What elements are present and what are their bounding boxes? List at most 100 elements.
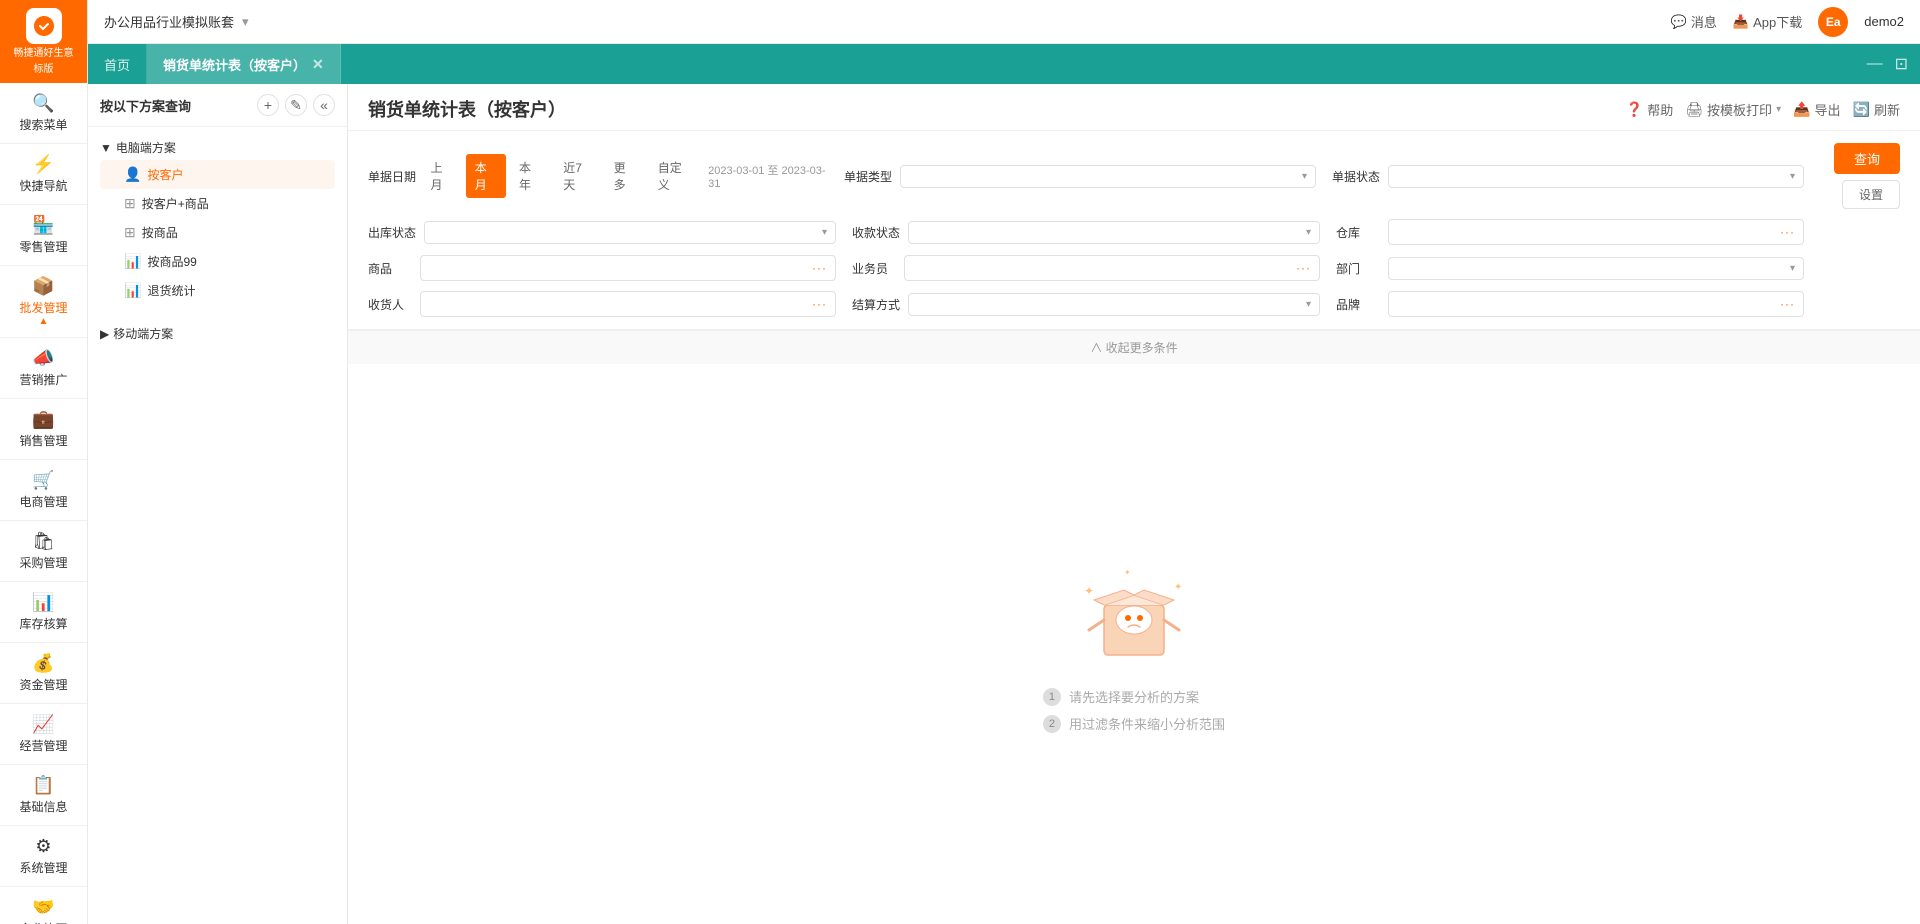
sidebar-item-wholesale[interactable]: 📦 批发管理 ▲ bbox=[0, 266, 87, 338]
doc-status-input[interactable]: ▾ bbox=[1388, 165, 1804, 188]
schema-collapse-btn[interactable]: « bbox=[313, 94, 335, 116]
filter-area: 单据日期 上月 本月 本年 近7天 更多 自定义 2023-03-01 至 20… bbox=[348, 131, 1920, 330]
message-label: 消息 bbox=[1691, 12, 1717, 31]
sidebar-item-search-menu[interactable]: 🔍 搜索菜单 bbox=[0, 83, 87, 144]
collapse-filter-btn[interactable]: ∧ 收起更多条件 bbox=[348, 330, 1920, 364]
sidebar-item-operations[interactable]: 📈 经营管理 bbox=[0, 704, 87, 765]
product-input[interactable]: ··· bbox=[420, 255, 836, 281]
doc-type-input[interactable]: ▾ bbox=[900, 165, 1316, 188]
app-subtitle: 标版 bbox=[34, 60, 54, 75]
group-arrow-icon: ▼ bbox=[100, 141, 112, 155]
schema-edit-btn[interactable]: ✎ bbox=[285, 94, 307, 116]
warehouse-input[interactable]: ··· bbox=[1388, 219, 1804, 245]
table-icon-2: ⊞ bbox=[124, 224, 136, 241]
mobile-arrow-icon: ▶ bbox=[100, 327, 109, 341]
industry-dropdown-icon[interactable]: ▾ bbox=[242, 14, 249, 30]
help-icon: ❓ bbox=[1626, 101, 1643, 118]
industry-title: 办公用品行业模拟账套 bbox=[104, 12, 234, 31]
schema-item-by-customer[interactable]: 👤 按客户 bbox=[100, 160, 335, 189]
sidebar-item-inventory[interactable]: 📊 库存核算 bbox=[0, 582, 87, 643]
out-status-field: 出库状态 ▾ bbox=[368, 221, 836, 244]
schema-item-by-product[interactable]: ⊞ 按商品 bbox=[100, 218, 335, 247]
salesperson-input[interactable]: ··· bbox=[904, 255, 1320, 281]
user-avatar[interactable]: Ea bbox=[1818, 7, 1848, 37]
tip-num-2: 2 bbox=[1043, 715, 1061, 733]
department-input[interactable]: ▾ bbox=[1388, 257, 1804, 280]
schema-add-btn[interactable]: + bbox=[257, 94, 279, 116]
query-button[interactable]: 查询 bbox=[1834, 143, 1900, 174]
app-download-btn[interactable]: 📥 App下载 bbox=[1733, 12, 1802, 31]
receiver-dots: ··· bbox=[812, 297, 827, 311]
left-panel: 按以下方案查询 + ✎ « ▼ 电脑端方案 👤 bbox=[88, 84, 348, 924]
settlement-field: 结算方式 ▾ bbox=[852, 293, 1320, 316]
tab-sales-stat[interactable]: 销货单统计表（按客户） ✕ bbox=[147, 44, 341, 84]
out-status-input[interactable]: ▾ bbox=[424, 221, 836, 244]
operations-icon: 📈 bbox=[32, 714, 54, 735]
print-dropdown-icon: ▾ bbox=[1776, 104, 1781, 115]
sidebar-item-enterprise[interactable]: 🤝 企业协同 bbox=[0, 887, 87, 924]
date-btn-this-month[interactable]: 本月 bbox=[466, 154, 506, 198]
settlement-arrow-icon: ▾ bbox=[1306, 299, 1311, 310]
out-status-arrow-icon: ▾ bbox=[822, 227, 827, 238]
app-download-label: App下载 bbox=[1753, 12, 1802, 31]
date-btn-more[interactable]: 更多 bbox=[605, 154, 645, 198]
department-field: 部门 ▾ bbox=[1336, 257, 1804, 280]
tab-minimize-icon[interactable]: — bbox=[1867, 55, 1883, 73]
salesperson-dots: ··· bbox=[1296, 261, 1311, 275]
sidebar-item-marketing[interactable]: 📣 营销推广 bbox=[0, 338, 87, 399]
brand-label: 品牌 bbox=[1336, 296, 1380, 313]
sidebar-item-retail[interactable]: 🏪 零售管理 bbox=[0, 205, 87, 266]
collapse-label: 收起更多条件 bbox=[1106, 341, 1178, 355]
date-btn-this-year[interactable]: 本年 bbox=[510, 154, 550, 198]
template-print-btn[interactable]: 🖨 按模板打印 ▾ bbox=[1685, 100, 1781, 119]
settings-button[interactable]: 设置 bbox=[1842, 180, 1900, 209]
username: demo2 bbox=[1864, 14, 1904, 29]
warehouse-field: 仓库 ··· bbox=[1336, 219, 1804, 245]
app-logo: 畅捷通好生意 标版 bbox=[0, 0, 88, 83]
sidebar-item-basic-info[interactable]: 📋 基础信息 bbox=[0, 765, 87, 826]
collect-status-arrow-icon: ▾ bbox=[1306, 227, 1311, 238]
schema-by-product-label: 按商品 bbox=[142, 224, 178, 241]
export-btn[interactable]: 📤 导出 bbox=[1793, 100, 1840, 119]
mobile-group-toggle[interactable]: ▶ 移动端方案 bbox=[100, 321, 335, 346]
sidebar-item-purchase[interactable]: 🛍 采购管理 bbox=[0, 521, 87, 582]
schema-item-by-product-99[interactable]: 📊 按商品99 bbox=[100, 247, 335, 276]
help-btn[interactable]: ❓ 帮助 bbox=[1626, 100, 1673, 119]
left-panel-title: 按以下方案查询 bbox=[100, 96, 191, 115]
print-icon: 🖨 bbox=[1685, 101, 1703, 118]
sidebar-item-ecommerce[interactable]: 🛒 电商管理 bbox=[0, 460, 87, 521]
doc-type-arrow-icon: ▾ bbox=[1302, 171, 1307, 182]
date-btn-custom[interactable]: 自定义 bbox=[649, 154, 700, 198]
page-actions: ❓ 帮助 🖨 按模板打印 ▾ 📤 导出 🔄 刷新 bbox=[1626, 100, 1900, 119]
settlement-input[interactable]: ▾ bbox=[908, 293, 1320, 316]
help-label: 帮助 bbox=[1647, 100, 1673, 119]
sales-icon: 💼 bbox=[32, 409, 54, 430]
sidebar-item-quick-nav[interactable]: ⚡ 快捷导航 bbox=[0, 144, 87, 205]
brand-input[interactable]: ··· bbox=[1388, 291, 1804, 317]
tab-home[interactable]: 首页 bbox=[88, 44, 147, 84]
tab-maximize-icon[interactable]: ⊡ bbox=[1895, 54, 1908, 74]
receiver-input[interactable]: ··· bbox=[420, 291, 836, 317]
date-btn-last-month[interactable]: 上月 bbox=[422, 154, 462, 198]
sidebar-item-system[interactable]: ⚙ 系统管理 bbox=[0, 826, 87, 887]
schema-by-product-99-label: 按商品99 bbox=[147, 253, 196, 270]
refresh-btn[interactable]: 🔄 刷新 bbox=[1853, 100, 1900, 119]
refresh-icon: 🔄 bbox=[1853, 101, 1870, 118]
message-btn[interactable]: 💬 消息 bbox=[1671, 12, 1717, 31]
tip-text-1: 请先选择要分析的方案 bbox=[1069, 687, 1199, 706]
sidebar: 畅捷通好生意 标版 🔍 搜索菜单 ⚡ 快捷导航 🏪 零售管理 📦 批发管理 ▲ … bbox=[0, 0, 88, 924]
tab-close-icon[interactable]: ✕ bbox=[312, 56, 324, 73]
purchase-icon: 🛍 bbox=[32, 531, 55, 552]
doc-status-label: 单据状态 bbox=[1332, 168, 1380, 185]
settlement-label: 结算方式 bbox=[852, 296, 900, 313]
desktop-group-toggle[interactable]: ▼ 电脑端方案 bbox=[100, 135, 335, 160]
content-area: 按以下方案查询 + ✎ « ▼ 电脑端方案 👤 bbox=[88, 84, 1920, 924]
schema-item-by-customer-product[interactable]: ⊞ 按客户+商品 bbox=[100, 189, 335, 218]
sidebar-item-finance[interactable]: 💰 资金管理 bbox=[0, 643, 87, 704]
sidebar-item-sales[interactable]: 💼 销售管理 bbox=[0, 399, 87, 460]
collect-status-input[interactable]: ▾ bbox=[908, 221, 1320, 244]
tip-num-1: 1 bbox=[1043, 688, 1061, 706]
schema-item-return-stat[interactable]: 📊 退货统计 bbox=[100, 276, 335, 305]
topbar-left: 办公用品行业模拟账套 ▾ bbox=[104, 12, 249, 31]
date-btn-last-7[interactable]: 近7天 bbox=[554, 154, 600, 198]
